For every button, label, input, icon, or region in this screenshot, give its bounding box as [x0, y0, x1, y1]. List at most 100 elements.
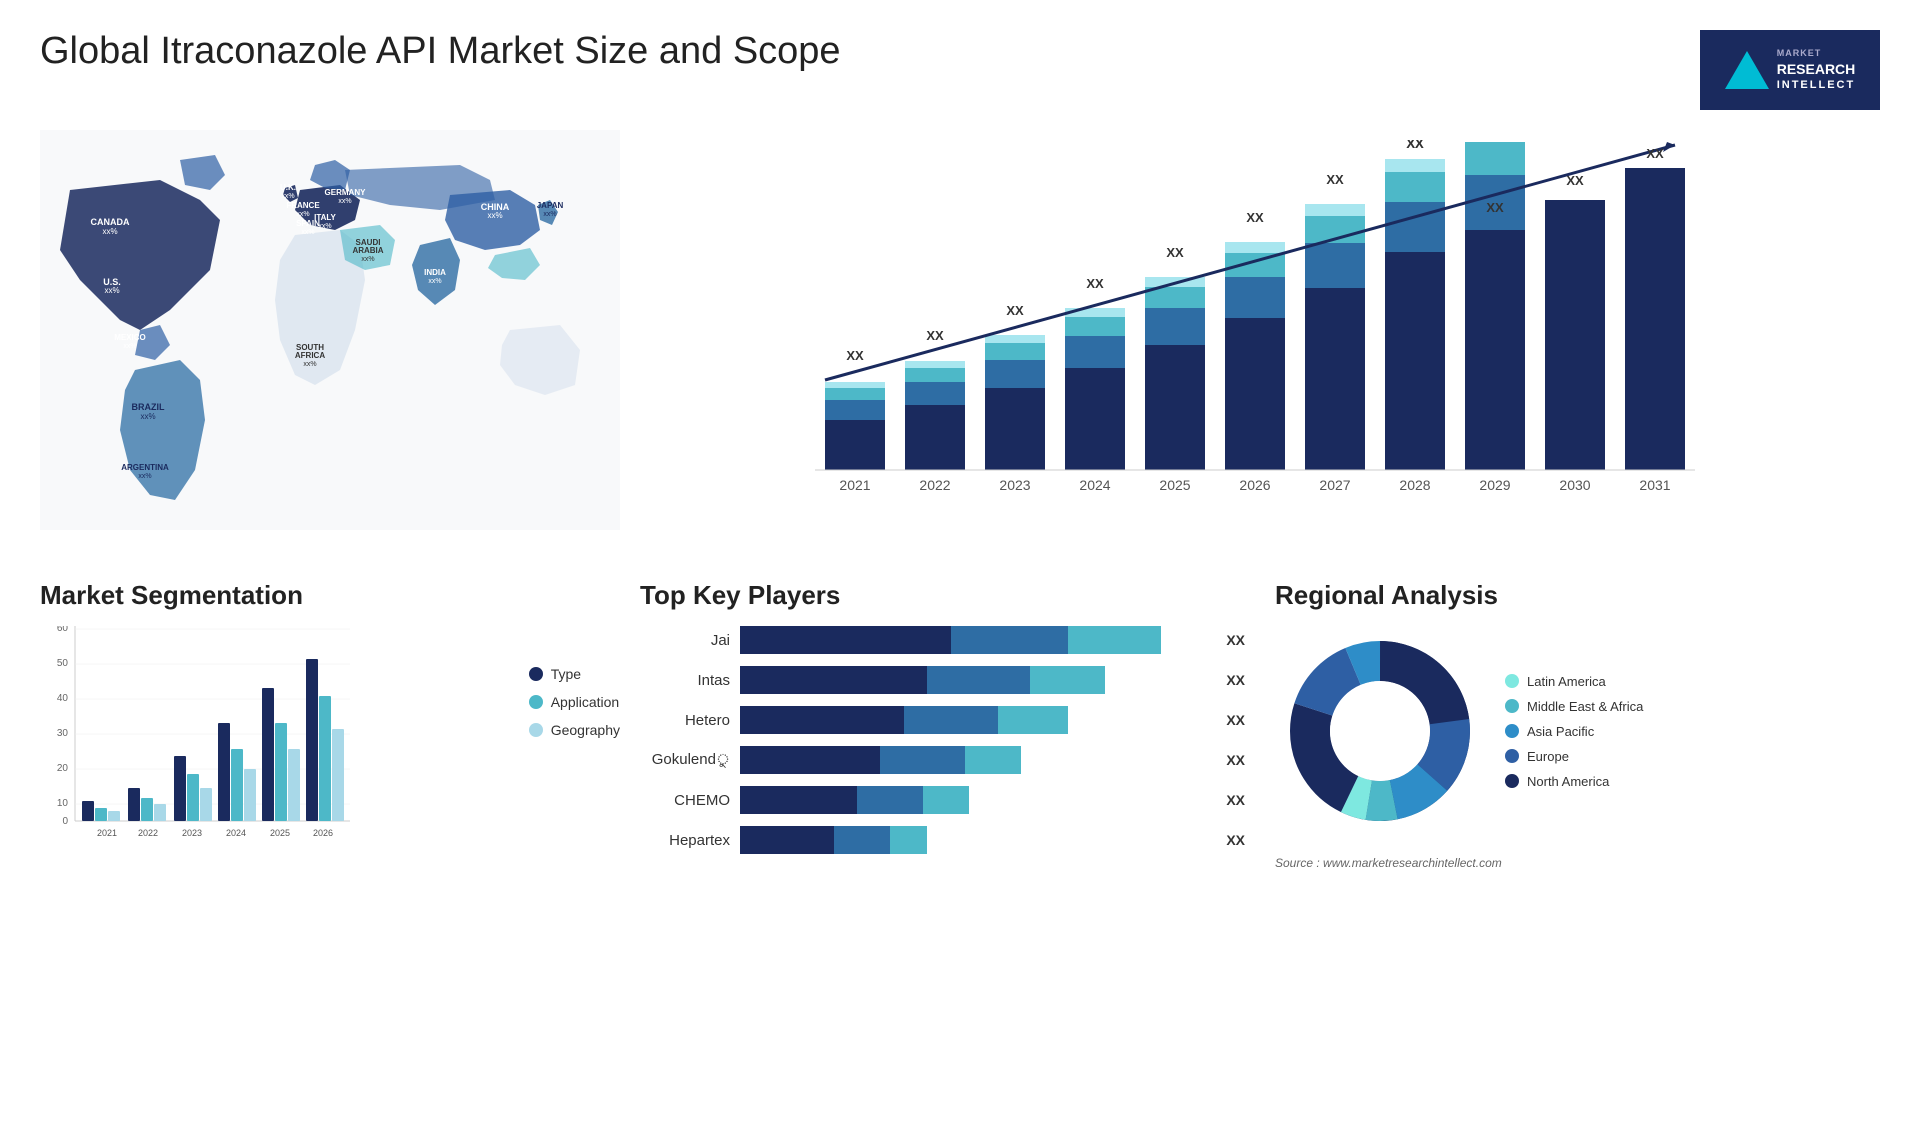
svg-text:XX: XX: [926, 328, 944, 343]
legend-middle-east-africa-dot: [1505, 699, 1519, 713]
key-players-title: Top Key Players: [640, 580, 1245, 611]
legend-middle-east-africa-label: Middle East & Africa: [1527, 699, 1643, 714]
svg-text:2025: 2025: [1159, 477, 1190, 493]
player-bar-light-jai: [1068, 626, 1162, 654]
legend-latin-america: Latin America: [1505, 674, 1643, 689]
player-xx-hetero: XX: [1226, 712, 1245, 728]
svg-text:ITALY: ITALY: [314, 213, 336, 222]
header: Global Itraconazole API Market Size and …: [40, 30, 1880, 110]
svg-text:xx%: xx%: [138, 473, 151, 480]
svg-text:2022: 2022: [138, 828, 158, 838]
player-bar-dark-chemo: [740, 786, 857, 814]
player-name-gokulendu: Gokulendু: [640, 748, 730, 773]
svg-text:2028: 2028: [1399, 477, 1430, 493]
svg-text:xx%: xx%: [338, 198, 351, 205]
svg-text:2027: 2027: [1319, 477, 1350, 493]
svg-text:xx%: xx%: [303, 361, 316, 368]
svg-text:xx%: xx%: [428, 278, 441, 285]
svg-text:XX: XX: [846, 348, 864, 363]
svg-text:ARGENTINA: ARGENTINA: [121, 463, 169, 472]
player-xx-intas: XX: [1226, 672, 1245, 688]
player-bar-chemo: [740, 786, 1208, 814]
svg-text:BRAZIL: BRAZIL: [132, 402, 165, 412]
player-name-hetero: Hetero: [640, 712, 730, 729]
svg-text:xx%: xx%: [123, 343, 136, 350]
player-bar-jai: [740, 626, 1208, 654]
regional-title: Regional Analysis: [1275, 580, 1880, 611]
svg-text:30: 30: [57, 728, 69, 739]
legend-latin-america-label: Latin America: [1527, 674, 1606, 689]
player-bar-light-intas: [1030, 666, 1105, 694]
legend-type-dot: [529, 667, 543, 681]
svg-text:XX: XX: [1166, 245, 1184, 260]
svg-text:xx%: xx%: [301, 229, 314, 236]
legend-europe-label: Europe: [1527, 749, 1569, 764]
legend-europe: Europe: [1505, 749, 1643, 764]
svg-text:JAPAN: JAPAN: [537, 201, 564, 210]
player-bar-light-gokulendu: [965, 746, 1021, 774]
legend-middle-east-africa: Middle East & Africa: [1505, 699, 1643, 714]
svg-text:xx%: xx%: [102, 227, 117, 236]
player-name-chemo: CHEMO: [640, 792, 730, 809]
svg-text:FRANCE: FRANCE: [286, 201, 320, 210]
player-xx-chemo: XX: [1226, 792, 1245, 808]
player-row-gokulendu: Gokulendু XX: [640, 746, 1245, 774]
player-xx-hepartex: XX: [1226, 832, 1245, 848]
player-bar-mid-gokulendu: [880, 746, 964, 774]
svg-text:CANADA: CANADA: [91, 217, 130, 227]
key-players-section: Top Key Players Jai XX Intas: [640, 580, 1245, 1070]
legend-geography-label: Geography: [551, 722, 620, 738]
player-xx-gokulendu: XX: [1226, 752, 1245, 768]
player-row-hepartex: Hepartex XX: [640, 826, 1245, 854]
world-map-svg: CANADA xx% U.S. xx% MEXICO xx% BRAZIL xx…: [40, 130, 620, 530]
player-row-hetero: Hetero XX: [640, 706, 1245, 734]
player-bar-mid-intas: [927, 666, 1030, 694]
svg-text:50: 50: [57, 658, 69, 669]
legend-asia-pacific-dot: [1505, 724, 1519, 738]
legend-north-america-dot: [1505, 774, 1519, 788]
svg-text:40: 40: [57, 693, 69, 704]
svg-text:ARABIA: ARABIA: [352, 246, 383, 255]
player-bar-dark-hepartex: [740, 826, 834, 854]
player-bar-dark-jai: [740, 626, 951, 654]
svg-text:2026: 2026: [313, 828, 333, 838]
player-row-chemo: CHEMO XX: [640, 786, 1245, 814]
legend-north-america: North America: [1505, 774, 1643, 789]
svg-text:0: 0: [62, 816, 68, 827]
legend-europe-dot: [1505, 749, 1519, 763]
legend-application: Application: [529, 694, 620, 710]
svg-text:2021: 2021: [97, 828, 117, 838]
player-row-jai: Jai XX: [640, 626, 1245, 654]
svg-text:xx%: xx%: [296, 211, 309, 218]
player-bar-hepartex: [740, 826, 1208, 854]
player-name-jai: Jai: [640, 632, 730, 649]
player-bar-mid-hepartex: [834, 826, 890, 854]
svg-text:XX: XX: [1566, 173, 1584, 188]
svg-text:xx%: xx%: [487, 211, 502, 220]
player-bar-dark-hetero: [740, 706, 904, 734]
player-bar-mid-chemo: [857, 786, 923, 814]
svg-text:XX: XX: [1406, 140, 1424, 151]
svg-text:60: 60: [57, 626, 69, 634]
svg-text:XX: XX: [1646, 146, 1664, 161]
svg-text:2030: 2030: [1559, 477, 1590, 493]
player-bar-mid-jai: [951, 626, 1068, 654]
page-title: Global Itraconazole API Market Size and …: [40, 30, 841, 73]
logo-text: MARKET RESEARCH INTELLECT: [1777, 48, 1856, 92]
donut-chart-svg: [1275, 626, 1485, 836]
legend-asia-pacific-label: Asia Pacific: [1527, 724, 1594, 739]
growth-chart-section: XX XX XX: [640, 130, 1880, 550]
page-container: Global Itraconazole API Market Size and …: [0, 0, 1920, 1146]
player-xx-jai: XX: [1226, 632, 1245, 648]
svg-text:2022: 2022: [919, 477, 950, 493]
player-bar-gokulendu: [740, 746, 1208, 774]
svg-text:XX: XX: [1086, 276, 1104, 291]
svg-text:XX: XX: [1246, 210, 1264, 225]
svg-text:2031: 2031: [1639, 477, 1670, 493]
svg-text:xx%: xx%: [281, 193, 294, 200]
legend-application-label: Application: [551, 694, 620, 710]
logo-research: RESEARCH: [1777, 60, 1856, 78]
svg-text:2026: 2026: [1239, 477, 1270, 493]
growth-chart-svg: XX XX XX: [650, 140, 1860, 520]
world-map-section: CANADA xx% U.S. xx% MEXICO xx% BRAZIL xx…: [40, 130, 620, 550]
